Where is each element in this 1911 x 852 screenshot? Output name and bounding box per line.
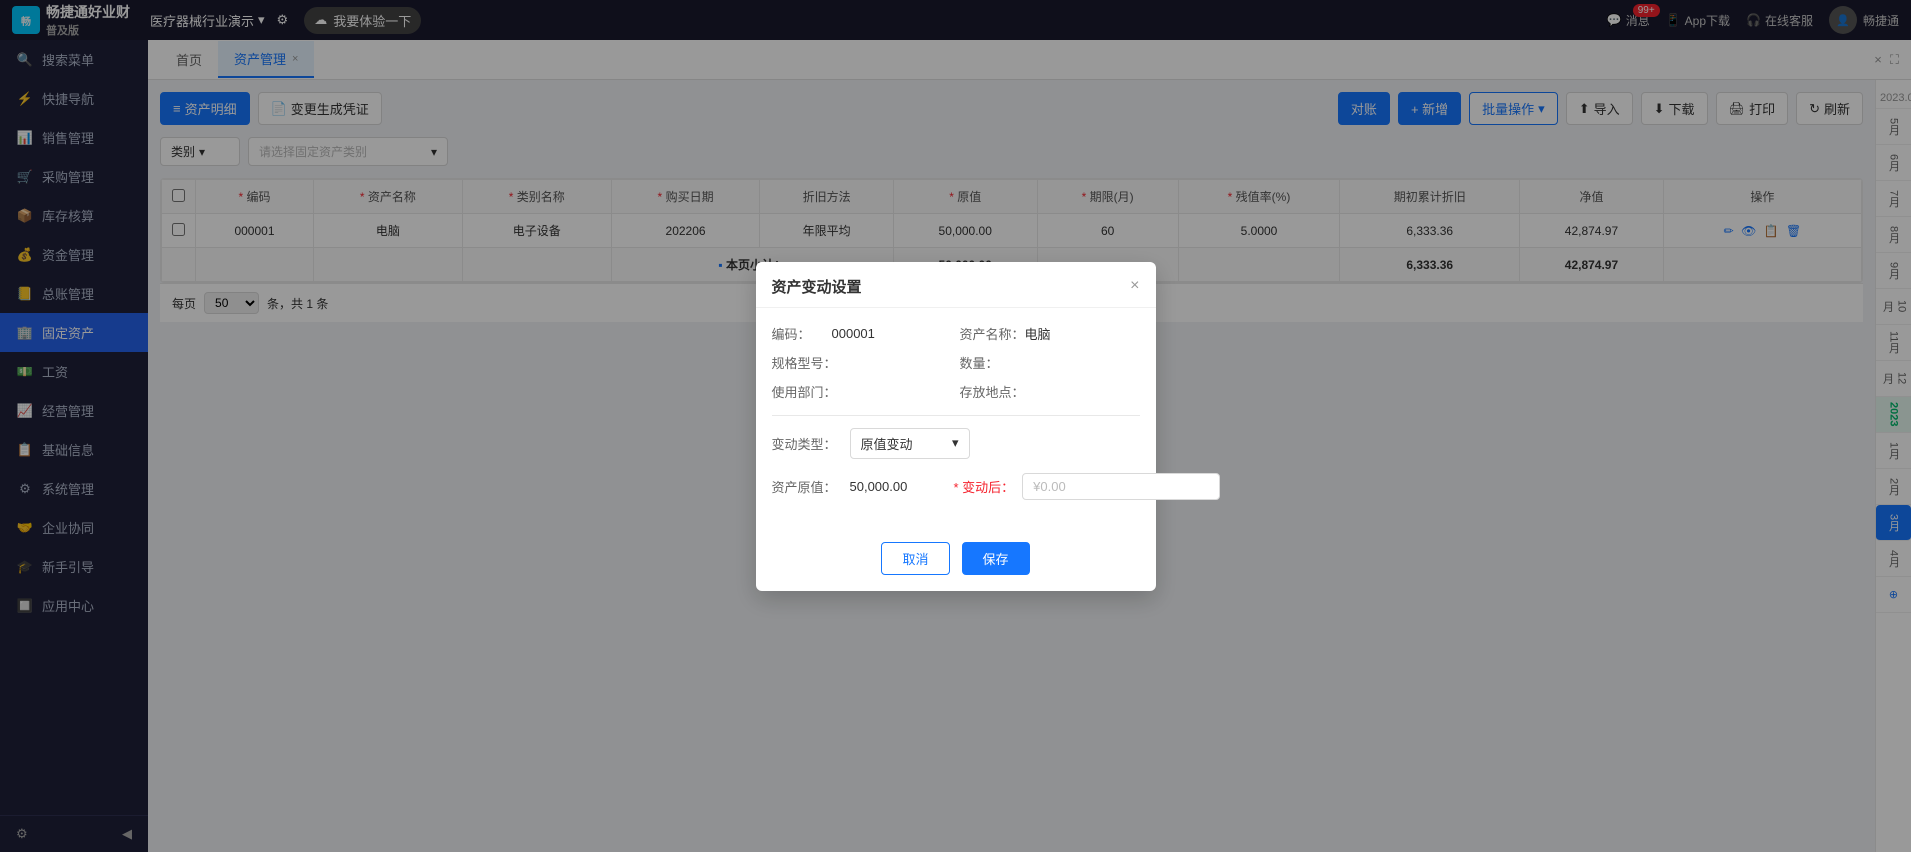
modal-code-label: 编码： bbox=[772, 324, 832, 343]
modal-save-btn[interactable]: 保存 bbox=[962, 542, 1030, 575]
modal-change-type-value: 原值变动 bbox=[861, 434, 913, 453]
modal-asset-value-row: 资产原值： 50,000.00 * 变动后： bbox=[772, 473, 1140, 500]
modal-header: 资产变动设置 × bbox=[756, 262, 1156, 308]
modal-dept-field: 使用部门： bbox=[772, 382, 952, 401]
modal-change-type-row: 变动类型： 原值变动 ▾ bbox=[772, 428, 1140, 459]
modal-change-type-label: 变动类型： bbox=[772, 434, 842, 453]
modal-close-btn[interactable]: × bbox=[1130, 277, 1139, 295]
save-label: 保存 bbox=[983, 552, 1009, 567]
cancel-label: 取消 bbox=[902, 552, 928, 567]
modal-asset-value-label: 资产原值： bbox=[772, 477, 842, 496]
modal-info-grid: 编码： 000001 资产名称： 电脑 规格型号： 数量： 使用部门： bbox=[772, 324, 1140, 401]
modal-spec-field: 规格型号： bbox=[772, 353, 952, 372]
modal-code-field: 编码： 000001 bbox=[772, 324, 952, 343]
modal-spec-label: 规格型号： bbox=[772, 353, 837, 372]
modal-asset-name-field: 资产名称： 电脑 bbox=[960, 324, 1140, 343]
modal-quantity-label: 数量： bbox=[960, 353, 1020, 372]
modal-footer: 取消 保存 bbox=[756, 530, 1156, 591]
modal-dept-label: 使用部门： bbox=[772, 382, 837, 401]
modal-asset-value: 50,000.00 bbox=[850, 479, 930, 494]
asset-change-modal: 资产变动设置 × 编码： 000001 资产名称： 电脑 规格型号： 数量： bbox=[756, 262, 1156, 591]
modal-asset-name-value: 电脑 bbox=[1025, 324, 1051, 343]
modal-body: 编码： 000001 资产名称： 电脑 规格型号： 数量： 使用部门： bbox=[756, 308, 1156, 530]
modal-location-label: 存放地点： bbox=[960, 382, 1025, 401]
modal-divider-1 bbox=[772, 415, 1140, 416]
modal-overlay: 资产变动设置 × 编码： 000001 资产名称： 电脑 规格型号： 数量： bbox=[0, 0, 1911, 852]
modal-title: 资产变动设置 bbox=[772, 276, 862, 297]
modal-location-field: 存放地点： bbox=[960, 382, 1140, 401]
modal-cancel-btn[interactable]: 取消 bbox=[881, 542, 949, 575]
modal-quantity-field: 数量： bbox=[960, 353, 1140, 372]
change-type-dropdown-icon: ▾ bbox=[952, 435, 959, 451]
modal-change-type-select[interactable]: 原值变动 ▾ bbox=[850, 428, 970, 459]
modal-after-change-label: * 变动后： bbox=[954, 477, 1015, 496]
modal-after-change-input[interactable] bbox=[1022, 473, 1220, 500]
modal-asset-name-label: 资产名称： bbox=[960, 324, 1025, 343]
modal-code-value: 000001 bbox=[832, 326, 875, 341]
